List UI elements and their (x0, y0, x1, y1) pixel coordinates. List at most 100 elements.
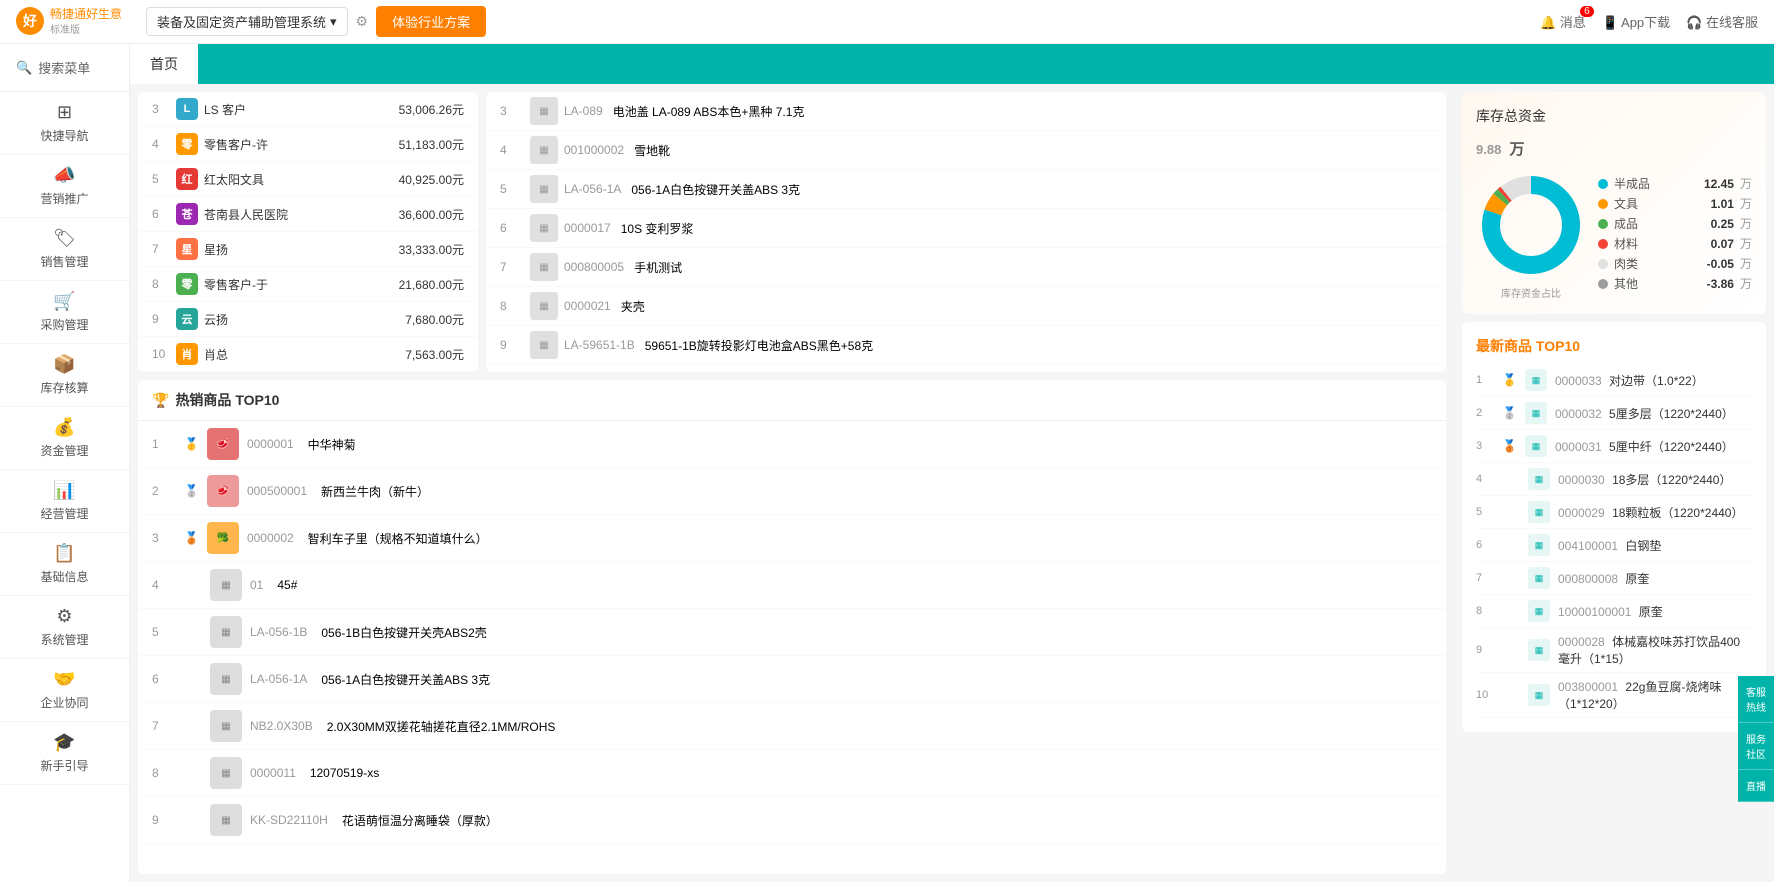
table-row: 4 零 零售客户-许 51,183.00元 (138, 127, 478, 162)
notification-bell[interactable]: 🔔 6 消息 (1540, 12, 1586, 31)
logo-text: 畅捷通好生意 (50, 7, 122, 21)
table-row: 6 苍 苍南县人民医院 36,600.00元 (138, 197, 478, 232)
legend-item: 半成品 12.45 万 (1598, 175, 1752, 192)
system-name: 装备及固定资产辅助管理系统 (157, 12, 326, 31)
float-btn-live[interactable]: 直播 (1738, 770, 1774, 802)
sidebar-item-guide[interactable]: 🎓 新手引导 (0, 722, 129, 785)
avatar: 苍 (176, 203, 198, 225)
customer-ranking-panel: 3 L LS 客户 53,006.26元 4 零 零售客户-许 51,183.0 (138, 92, 478, 372)
medal-icon: 🥉 (184, 531, 199, 545)
phone-icon: 📱 (1602, 15, 1618, 30)
content-body: 3 L LS 客户 53,006.26元 4 零 零售客户-许 51,183.0 (130, 84, 1774, 882)
product-thumbnail: ▦ (210, 663, 242, 695)
legend-list: 半成品 12.45 万 文具 1.01 万 (1598, 175, 1752, 295)
legend-dot (1598, 279, 1608, 289)
right-panel: 库存总资金 9.88 万 (1454, 84, 1774, 882)
inventory-amount-display: 9.88 万 (1476, 134, 1752, 160)
main-panels: 3 L LS 客户 53,006.26元 4 零 零售客户-许 51,183.0 (130, 84, 1454, 882)
list-item: 5 ▦ LA-056-1B 056-1B白色按键开关壳ABS2壳 (138, 609, 1446, 656)
legend-item: 文具 1.01 万 (1598, 195, 1752, 212)
product-image: ▦ (530, 331, 558, 359)
product-thumbnail: ▦ (210, 804, 242, 836)
inventory-title: 库存总资金 (1476, 106, 1752, 126)
logo-sub: 标准版 (50, 21, 122, 36)
sidebar-item-sys-manage[interactable]: ⚙ 系统管理 (0, 596, 129, 659)
list-item: 1 🥇 🥩 0000001 中华神菊 (138, 421, 1446, 468)
quick-nav-icon: ⊞ (57, 102, 72, 123)
list-item: 6 ▦ 004100001 白钢垫 (1476, 529, 1752, 562)
table-row: 7 星 星扬 33,333.00元 (138, 232, 478, 267)
app-download[interactable]: 📱 App下载 (1602, 12, 1670, 31)
medal-icon: 🥇 (1502, 373, 1517, 387)
legend-item: 其他 -3.86 万 (1598, 275, 1752, 292)
gear-icon[interactable]: ⚙ (356, 13, 369, 30)
sidebar: 🔍 搜索菜单 ⊞ 快捷导航 📣 营销推广 🏷 销售管理 🛒 采购管理 📦 库存核… (0, 44, 130, 882)
logo-icon: 好 (16, 7, 44, 35)
chart-subtitle: 库存资金占比 (1476, 285, 1586, 300)
table-row: 4 ▦ 001000002 雪地靴 (486, 131, 1446, 170)
sidebar-search[interactable]: 🔍 搜索菜单 (0, 44, 129, 92)
search-icon: 🔍 (16, 60, 32, 76)
content-wrapper: 首页 3 L LS 客户 (130, 44, 1774, 882)
sidebar-item-purchase[interactable]: 🛒 采购管理 (0, 281, 129, 344)
list-item: 3 🥉 ▦ 0000031 5厘中纤（1220*2440） (1476, 430, 1752, 463)
list-item: 4 ▦ 0000030 18多层（1220*2440） (1476, 463, 1752, 496)
product-thumbnail: ▦ (1525, 402, 1547, 424)
company-coop-icon: 🤝 (53, 669, 75, 690)
avatar: 红 (176, 168, 198, 190)
float-btn-customer-service[interactable]: 客服热线 (1738, 676, 1774, 723)
operations-icon: 📊 (53, 480, 75, 501)
list-item: 4 ▦ 01 45# (138, 562, 1446, 609)
marketing-icon: 📣 (53, 165, 75, 186)
newest-title: 最新商品 TOP10 (1476, 336, 1752, 356)
product-image: ▦ (530, 214, 558, 242)
hot-products-title: 🏆 热销商品 TOP10 (138, 380, 1446, 421)
top-header: 好 畅捷通好生意 标准版 装备及固定资产辅助管理系统 ▾ ⚙ 体验行业方案 🔔 … (0, 0, 1774, 44)
legend-item: 成品 0.25 万 (1598, 215, 1752, 232)
hot-products-list: 1 🥇 🥩 0000001 中华神菊 2 🥈 🥩 000500001 新西兰牛肉… (138, 421, 1446, 844)
search-menu-button[interactable]: 🔍 搜索菜单 (8, 54, 121, 81)
list-item: 3 🥉 🥦 0000002 智利车子里（规格不知道填什么） (138, 515, 1446, 562)
list-item: 9 ▦ KK-SD22110H 花语萌恒温分离睡袋（厚款） (138, 797, 1446, 844)
product-thumbnail: ▦ (1528, 639, 1550, 661)
list-item: 9 ▦ 0000028 体械嘉校味苏打饮品400毫升（1*15） (1476, 628, 1752, 673)
sidebar-item-finance[interactable]: 💰 资金管理 (0, 407, 129, 470)
product-image: ▦ (530, 253, 558, 281)
trial-button[interactable]: 体验行业方案 (376, 6, 486, 37)
finance-icon: 💰 (53, 417, 75, 438)
header-middle: 装备及固定资产辅助管理系统 ▾ ⚙ 体验行业方案 (146, 6, 1540, 37)
system-selector[interactable]: 装备及固定资产辅助管理系统 ▾ (146, 7, 348, 36)
table-row: 9 云 云扬 7,680.00元 (138, 302, 478, 337)
sidebar-item-marketing[interactable]: 📣 营销推广 (0, 155, 129, 218)
ranking-content: 3 L LS 客户 53,006.26元 4 零 零售客户-许 51,183.0 (138, 92, 478, 372)
list-item: 10 ▦ 003800001 22g鱼豆腐-烧烤味（1*12*20） (1476, 673, 1752, 718)
legend-item: 材料 0.07 万 (1598, 235, 1752, 252)
newest-goods-panel: 最新商品 TOP10 1 🥇 ▦ 0000033 对边带（1.0*22） 2 (1462, 322, 1766, 732)
header-right: 🔔 6 消息 📱 App下载 🎧 在线客服 (1540, 12, 1758, 31)
sidebar-item-quick-nav[interactable]: ⊞ 快捷导航 (0, 92, 129, 155)
product-thumbnail: ▦ (1528, 468, 1550, 490)
notification-badge: 6 (1580, 6, 1594, 17)
sidebar-item-company-coop[interactable]: 🤝 企业协同 (0, 659, 129, 722)
float-btn-service-community[interactable]: 服务社区 (1738, 723, 1774, 770)
tab-home[interactable]: 首页 (130, 44, 198, 84)
product-thumbnail: ▦ (210, 569, 242, 601)
inventory-icon: 📦 (53, 354, 75, 375)
product-thumbnail: 🥩 (207, 475, 239, 507)
product-image: ▦ (530, 136, 558, 164)
medal-icon: 🥈 (184, 484, 199, 498)
sidebar-item-base-info[interactable]: 📋 基础信息 (0, 533, 129, 596)
legend-dot (1598, 239, 1608, 249)
chevron-down-icon: ▾ (330, 14, 337, 30)
sidebar-item-operations[interactable]: 📊 经营管理 (0, 470, 129, 533)
sidebar-item-inventory[interactable]: 📦 库存核算 (0, 344, 129, 407)
sales-icon: 🏷 (53, 228, 76, 249)
product-thumbnail: 🥦 (207, 522, 239, 554)
ranking-table: 3 L LS 客户 53,006.26元 4 零 零售客户-许 51,183.0 (138, 92, 478, 372)
sidebar-item-sales[interactable]: 🏷 销售管理 (0, 218, 129, 281)
online-service[interactable]: 🎧 在线客服 (1686, 12, 1758, 31)
logo-area: 好 畅捷通好生意 标准版 (16, 7, 146, 36)
legend-dot (1598, 259, 1608, 269)
headset-icon: 🎧 (1686, 15, 1702, 30)
avatar: L (176, 98, 198, 120)
